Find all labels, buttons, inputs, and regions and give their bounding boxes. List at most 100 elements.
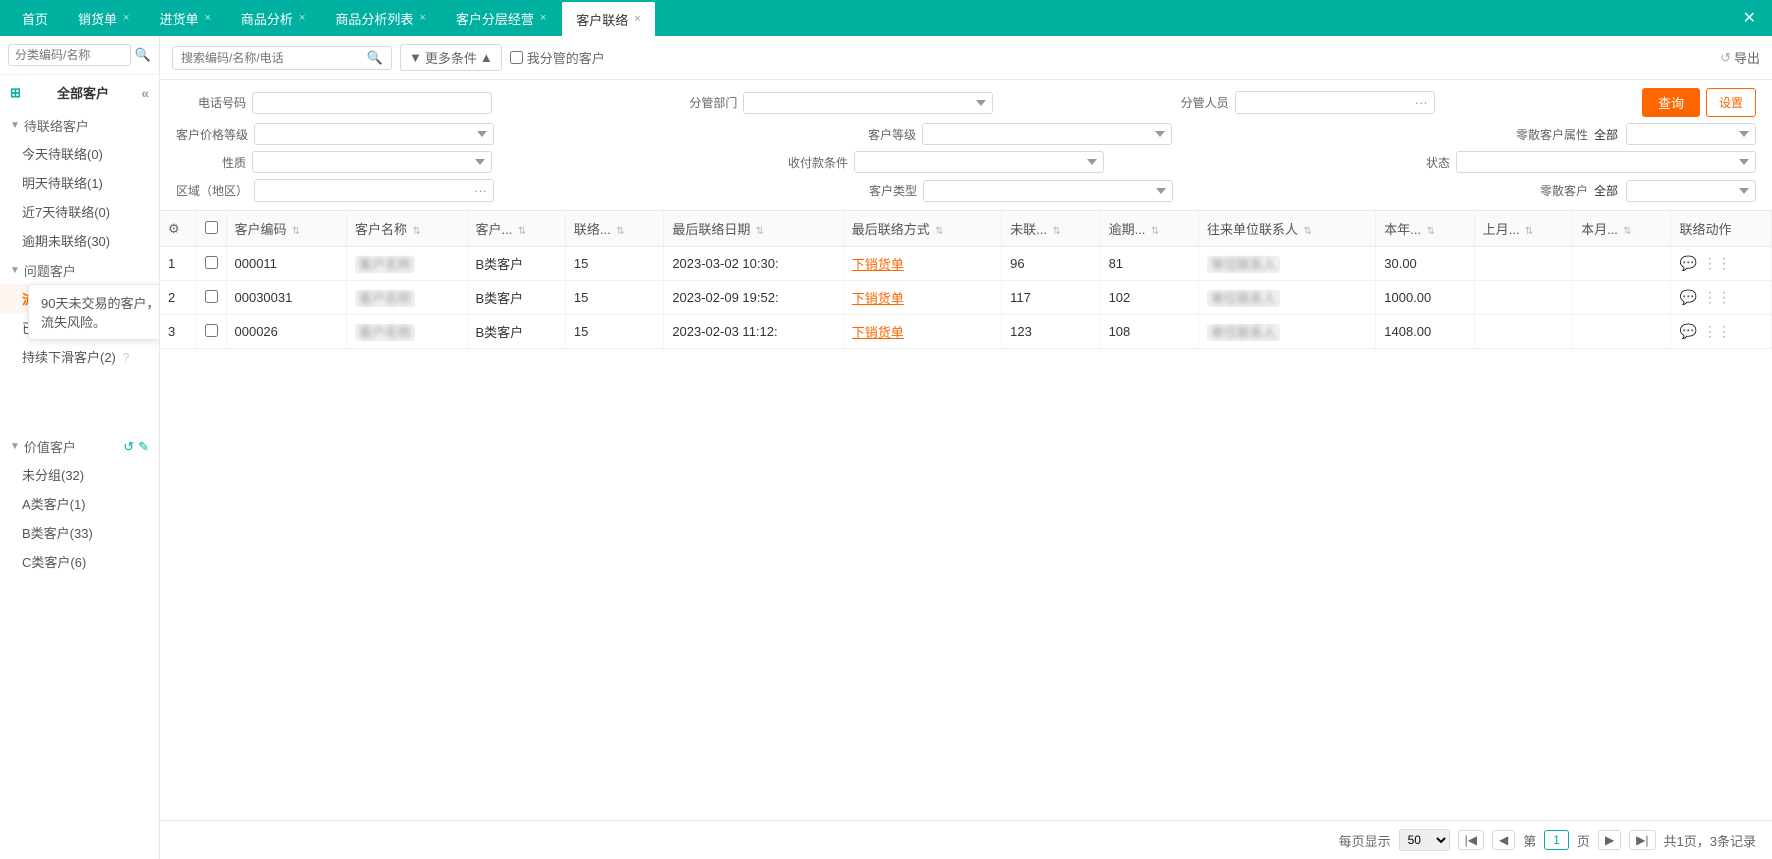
tab-product-analysis-list[interactable]: 商品分析列表 ×: [321, 0, 439, 36]
search-icon[interactable]: 🔍: [367, 50, 383, 66]
sort-contact[interactable]: ⇅: [616, 226, 624, 237]
td-this-year-2: 1408.00: [1376, 315, 1474, 349]
phone-input[interactable]: [252, 92, 492, 114]
row-checkbox-0[interactable]: [205, 256, 218, 269]
sidebar-collapse-icon[interactable]: «: [141, 85, 149, 101]
th-action: 联络动作: [1671, 211, 1772, 247]
my-customers-checkbox[interactable]: 我分管的客户: [510, 48, 605, 67]
person-input[interactable]: ···: [1235, 91, 1435, 114]
export-button[interactable]: ↺ 导出: [1720, 48, 1760, 67]
row-checkbox-1[interactable]: [205, 290, 218, 303]
tab-close-customer-contact[interactable]: ×: [634, 13, 640, 25]
sidebar-item-7days[interactable]: 近7天待联络(0): [0, 197, 159, 226]
status-label: 状态: [1380, 154, 1450, 171]
sidebar-group-value-label[interactable]: ▼ 价值客户 ↺ ✎: [0, 431, 159, 460]
chat-icon-1[interactable]: 💬: [1679, 289, 1696, 306]
sidebar-group-problem-label[interactable]: ▼ 问题客户: [0, 255, 159, 284]
status-select[interactable]: [1456, 151, 1756, 173]
tab-purchase-order[interactable]: 进货单 ×: [145, 0, 224, 36]
chat-icon-2[interactable]: 💬: [1679, 323, 1696, 340]
customer-type-select[interactable]: [923, 180, 1173, 202]
settings-icon[interactable]: ⚙: [168, 221, 180, 236]
th-last-month: 上月... ⇅: [1474, 211, 1572, 247]
contact-method-link-0[interactable]: 下销货单: [852, 257, 904, 272]
tab-close-product-analysis[interactable]: ×: [299, 12, 305, 24]
chat-icon-0[interactable]: 💬: [1679, 255, 1696, 272]
td-code-2: 000026: [226, 315, 347, 349]
sort-not-contacted[interactable]: ⇅: [1052, 226, 1060, 237]
sidebar-search-input[interactable]: [8, 44, 131, 66]
more-icon-2[interactable]: ⋮⋮: [1703, 323, 1731, 340]
sort-this-month[interactable]: ⇅: [1623, 226, 1631, 237]
filter-gender: 性质: [176, 151, 758, 173]
pg-next-button[interactable]: ▶: [1598, 830, 1621, 850]
tab-customer-segment[interactable]: 客户分层经营 ×: [442, 0, 560, 36]
td-unit-contact-2: 单位联系人: [1198, 315, 1375, 349]
search-input[interactable]: [181, 51, 367, 65]
pg-prev-button[interactable]: ◀: [1492, 830, 1515, 850]
tab-close-purchase-order[interactable]: ×: [204, 12, 210, 24]
sort-type[interactable]: ⇅: [518, 226, 526, 237]
tab-close-customer-segment[interactable]: ×: [540, 12, 546, 24]
tab-close-sales-order[interactable]: ×: [123, 12, 129, 24]
my-customers-input[interactable]: [510, 51, 523, 64]
more-conditions-button[interactable]: ▼ 更多条件 ▲: [400, 44, 502, 71]
sidebar-item-overdue[interactable]: 逾期未联络(30): [0, 226, 159, 255]
td-overdue-2: 108: [1100, 315, 1198, 349]
td-index-2: 3: [160, 315, 196, 349]
edit-icon[interactable]: ✎: [138, 439, 149, 455]
window-close-button[interactable]: ✕: [1735, 8, 1764, 28]
row-checkbox-2[interactable]: [205, 324, 218, 337]
tab-home[interactable]: 首页: [8, 0, 62, 36]
tab-product-analysis[interactable]: 商品分析 ×: [227, 0, 319, 36]
zero-customer-select[interactable]: [1626, 180, 1756, 202]
sort-unit[interactable]: ⇅: [1303, 226, 1311, 237]
settings-button[interactable]: 设置: [1706, 88, 1756, 117]
tab-sales-order[interactable]: 销货单 ×: [64, 0, 143, 36]
sidebar-group-pending-label[interactable]: ▼ 待联络客户: [0, 110, 159, 139]
th-not-contacted: 未联... ⇅: [1002, 211, 1100, 247]
tab-close-product-analysis-list[interactable]: ×: [419, 12, 425, 24]
sort-method[interactable]: ⇅: [935, 226, 943, 237]
sidebar-item-class-b[interactable]: B类客户(33): [0, 518, 159, 547]
contact-method-link-1[interactable]: 下销货单: [852, 291, 904, 306]
td-method-1: 下销货单: [843, 281, 1001, 315]
sidebar-item-declining[interactable]: 持续下滑客户(2) ?: [0, 342, 159, 371]
more-icon-0[interactable]: ⋮⋮: [1703, 255, 1731, 272]
gender-select[interactable]: [252, 151, 492, 173]
sidebar-item-class-a[interactable]: A类客户(1): [0, 489, 159, 518]
sidebar-item-ungrouped[interactable]: 未分组(32): [0, 460, 159, 489]
td-contact-1: 15: [565, 281, 663, 315]
sidebar-item-tomorrow[interactable]: 明天待联络(1): [0, 168, 159, 197]
sidebar-item-today[interactable]: 今天待联络(0): [0, 139, 159, 168]
query-button[interactable]: 查询: [1642, 88, 1700, 117]
td-date-1: 2023-02-09 19:52:: [664, 281, 843, 315]
td-contact-2: 15: [565, 315, 663, 349]
dept-select[interactable]: [743, 92, 993, 114]
region-input[interactable]: ···: [254, 179, 494, 202]
price-level-select[interactable]: [254, 123, 494, 145]
payment-select[interactable]: [854, 151, 1104, 173]
sort-date[interactable]: ⇅: [756, 226, 764, 237]
refresh-icon[interactable]: ↺: [123, 439, 134, 455]
select-all-checkbox[interactable]: [205, 221, 218, 234]
sort-overdue[interactable]: ⇅: [1151, 226, 1159, 237]
sidebar-search-icon[interactable]: 🔍: [135, 47, 151, 63]
contact-method-link-2[interactable]: 下销货单: [852, 325, 904, 340]
sort-year[interactable]: ⇅: [1426, 226, 1434, 237]
more-icon-1[interactable]: ⋮⋮: [1703, 289, 1731, 306]
sort-code[interactable]: ⇅: [292, 226, 300, 237]
th-this-month: 本月... ⇅: [1573, 211, 1671, 247]
tab-customer-contact[interactable]: 客户联络 ×: [562, 0, 654, 36]
pg-first-button[interactable]: |◀: [1458, 830, 1484, 850]
td-last-month-2: [1474, 315, 1572, 349]
sort-name[interactable]: ⇅: [412, 226, 420, 237]
pg-last-button[interactable]: ▶|: [1629, 830, 1655, 850]
per-page-select[interactable]: 50 100 200: [1399, 829, 1450, 851]
th-settings: ⚙: [160, 211, 196, 247]
sidebar-root[interactable]: ⊞ 全部客户 «: [0, 75, 159, 110]
customer-level-select[interactable]: [922, 123, 1172, 145]
zero-attr-select[interactable]: [1626, 123, 1756, 145]
sidebar-item-class-c[interactable]: C类客户(6): [0, 547, 159, 576]
sort-last-month[interactable]: ⇅: [1525, 226, 1533, 237]
